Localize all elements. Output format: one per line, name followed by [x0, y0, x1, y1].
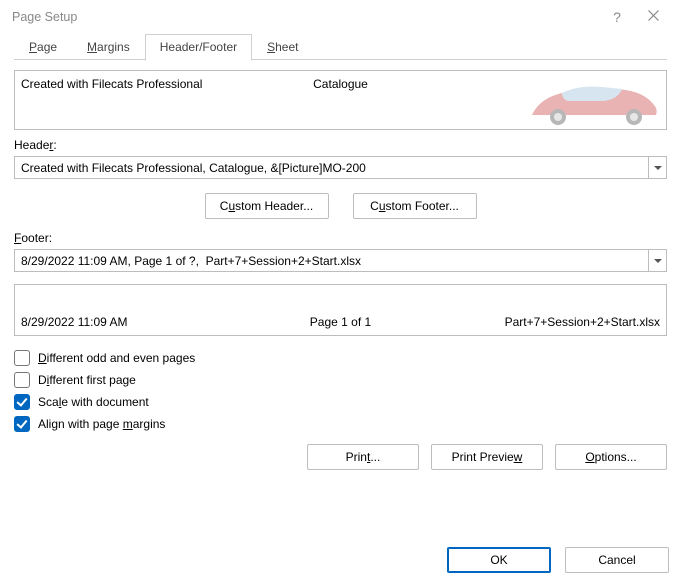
header-combo[interactable] — [14, 156, 667, 179]
print-preview-button[interactable]: Print Preview — [431, 444, 543, 470]
checkbox-align-with-margins[interactable]: Align with page margins — [14, 416, 667, 432]
tab-header-footer[interactable]: Header/Footer — [145, 34, 252, 61]
footer-input[interactable] — [15, 250, 648, 271]
footer-preview-left: 8/29/2022 11:09 AM — [21, 315, 234, 329]
close-button[interactable] — [635, 10, 671, 24]
print-button[interactable]: Print... — [307, 444, 419, 470]
header-label: Header: — [14, 138, 667, 152]
tab-margins[interactable]: Margins — [72, 34, 145, 60]
footer-label: Footer: — [14, 231, 667, 245]
picture-placeholder-icon — [522, 75, 662, 127]
footer-preview-center: Page 1 of 1 — [234, 315, 447, 329]
footer-preview-right: Part+7+Session+2+Start.xlsx — [447, 315, 660, 329]
ok-button[interactable]: OK — [447, 547, 551, 573]
checkbox-icon — [14, 350, 30, 366]
checkbox-different-first-page[interactable]: Different first page — [14, 372, 667, 388]
header-preview-left: Created with Filecats Professional — [21, 77, 234, 91]
checkbox-icon — [14, 372, 30, 388]
checkbox-label: Different odd and even pages — [38, 351, 195, 365]
checkbox-icon — [14, 416, 30, 432]
checkbox-icon — [14, 394, 30, 410]
checkbox-label: Align with page margins — [38, 417, 165, 431]
tab-strip: Page Margins Header/Footer Sheet — [14, 34, 667, 60]
dialog-title: Page Setup — [12, 10, 599, 24]
options-button[interactable]: Options... — [555, 444, 667, 470]
custom-footer-button[interactable]: Custom Footer... — [353, 193, 477, 219]
checkbox-label: Scale with document — [38, 395, 149, 409]
footer-preview: 8/29/2022 11:09 AM Page 1 of 1 Part+7+Se… — [14, 284, 667, 336]
checkbox-different-odd-even[interactable]: Different odd and even pages — [14, 350, 667, 366]
cancel-button[interactable]: Cancel — [565, 547, 669, 573]
header-input[interactable] — [15, 157, 648, 178]
custom-header-button[interactable]: Custom Header... — [205, 193, 329, 219]
tab-sheet[interactable]: Sheet — [252, 34, 313, 60]
checkbox-scale-with-document[interactable]: Scale with document — [14, 394, 667, 410]
help-button[interactable]: ? — [599, 9, 635, 25]
chevron-down-icon[interactable] — [648, 250, 666, 271]
checkbox-label: Different first page — [38, 373, 136, 387]
close-icon — [648, 10, 659, 21]
header-preview-center: Catalogue — [234, 77, 447, 91]
header-preview: Created with Filecats Professional Catal… — [14, 70, 667, 130]
chevron-down-icon[interactable] — [648, 157, 666, 178]
tab-page[interactable]: Page — [14, 34, 72, 60]
title-bar: Page Setup ? — [0, 0, 681, 34]
footer-combo[interactable] — [14, 249, 667, 272]
